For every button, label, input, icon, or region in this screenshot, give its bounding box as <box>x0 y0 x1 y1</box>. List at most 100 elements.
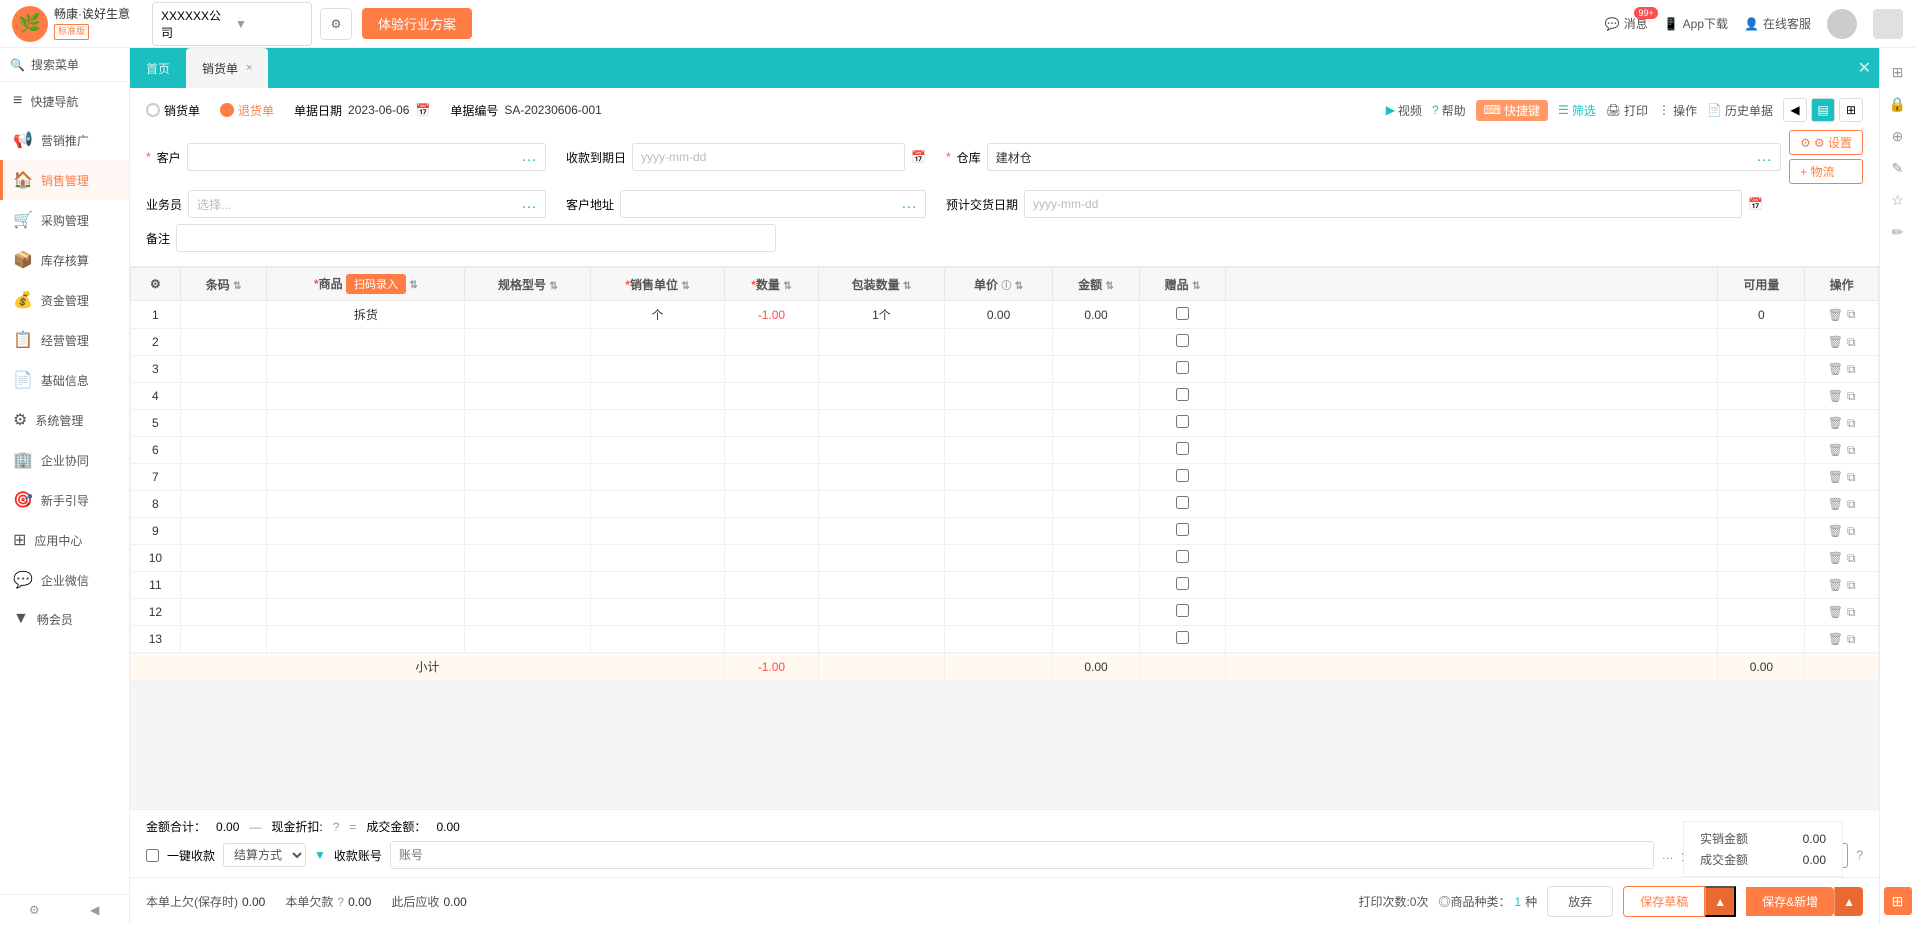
cell-product[interactable] <box>267 410 465 437</box>
copy-icon[interactable]: ⧉ <box>1847 632 1856 647</box>
delete-icon[interactable]: 🗑 <box>1828 578 1843 592</box>
copy-icon[interactable]: ⧉ <box>1847 307 1856 322</box>
toolbar-operate-btn[interactable]: ⋮ 操作 <box>1658 102 1697 119</box>
cell-unit[interactable] <box>591 437 725 464</box>
cell-pkg[interactable] <box>819 383 945 410</box>
cell-qty[interactable]: -1.00 <box>724 301 818 329</box>
sidebar-item-operations[interactable]: 📋 经营管理 <box>0 320 129 360</box>
right-panel-btn-5[interactable]: ☆ <box>1884 186 1912 214</box>
copy-icon[interactable]: ⧉ <box>1847 551 1856 566</box>
price-info-icon[interactable]: ⓘ <box>1001 281 1011 292</box>
cell-unit[interactable] <box>591 626 725 653</box>
cell-product[interactable] <box>267 518 465 545</box>
cell-unit[interactable] <box>591 572 725 599</box>
cell-unit[interactable] <box>591 410 725 437</box>
tab-bar-close-btn[interactable]: ✕ <box>1858 58 1871 78</box>
debt-question-icon[interactable]: ? <box>337 895 344 909</box>
cell-product[interactable] <box>267 491 465 518</box>
cell-spec[interactable] <box>465 383 591 410</box>
cell-pkg[interactable] <box>819 572 945 599</box>
delete-icon[interactable]: 🗑 <box>1828 335 1843 349</box>
cell-pkg[interactable] <box>819 464 945 491</box>
cell-amount[interactable] <box>1053 356 1140 383</box>
customer-dots-btn[interactable]: … <box>521 148 537 166</box>
delete-icon[interactable]: 🗑 <box>1828 416 1843 430</box>
tab-close-icon[interactable]: × <box>246 62 252 74</box>
cell-spec[interactable] <box>465 329 591 356</box>
cell-product[interactable]: 拆货 <box>267 301 465 329</box>
delete-icon[interactable]: 🗑 <box>1828 497 1843 511</box>
cell-pkg[interactable] <box>819 437 945 464</box>
cell-qty[interactable] <box>724 572 818 599</box>
gift-checkbox[interactable] <box>1176 442 1189 455</box>
delete-icon[interactable]: 🗑 <box>1828 308 1843 322</box>
cell-product[interactable] <box>267 329 465 356</box>
cell-price[interactable] <box>944 545 1052 572</box>
sidebar-item-quick-nav[interactable]: ≡ 快捷导航 <box>0 82 129 120</box>
logistics-btn[interactable]: + 物流 <box>1789 159 1863 184</box>
copy-icon[interactable]: ⧉ <box>1847 578 1856 593</box>
cell-unit[interactable] <box>591 464 725 491</box>
one-click-checkbox[interactable] <box>146 849 159 862</box>
cash-discount-info[interactable]: ? <box>333 820 340 834</box>
cell-unit[interactable] <box>591 491 725 518</box>
delete-icon[interactable]: 🗑 <box>1828 389 1843 403</box>
sidebar-item-enterprise[interactable]: 🏢 企业协同 <box>0 440 129 480</box>
cell-qty[interactable] <box>724 329 818 356</box>
right-panel-btn-2[interactable]: 🔒 <box>1884 90 1912 118</box>
cell-price[interactable] <box>944 626 1052 653</box>
cell-barcode[interactable] <box>180 491 267 518</box>
delete-icon[interactable]: 🗑 <box>1828 551 1843 565</box>
cell-unit[interactable]: 个 <box>591 301 725 329</box>
address-dots-btn[interactable]: … <box>901 195 917 213</box>
sort-price[interactable]: ⇅ <box>1015 281 1023 292</box>
cell-price[interactable] <box>944 464 1052 491</box>
cell-qty[interactable] <box>724 410 818 437</box>
cell-gift[interactable] <box>1139 626 1226 653</box>
gift-checkbox[interactable] <box>1176 550 1189 563</box>
cell-unit[interactable] <box>591 545 725 572</box>
cell-gift[interactable] <box>1139 545 1226 572</box>
sort-gift[interactable]: ⇅ <box>1192 281 1200 292</box>
cell-price[interactable] <box>944 329 1052 356</box>
cell-pkg[interactable] <box>819 518 945 545</box>
cell-price[interactable] <box>944 599 1052 626</box>
cell-pkg[interactable] <box>819 491 945 518</box>
cell-spec[interactable] <box>465 301 591 329</box>
trial-btn[interactable]: 体验行业方案 <box>362 8 472 39</box>
right-panel-btn-4[interactable]: ✎ <box>1884 154 1912 182</box>
cell-qty[interactable] <box>724 383 818 410</box>
cell-barcode[interactable] <box>180 383 267 410</box>
delivery-calendar-icon[interactable]: 📅 <box>1748 197 1763 211</box>
cell-qty[interactable] <box>724 356 818 383</box>
sort-product[interactable]: ⇅ <box>409 280 417 291</box>
cell-amount[interactable] <box>1053 464 1140 491</box>
toolbar-filter-btn[interactable]: ☰ 筛选 <box>1558 102 1596 119</box>
cell-pkg[interactable] <box>819 626 945 653</box>
online-service-btn[interactable]: 👤 在线客服 <box>1744 15 1811 32</box>
cell-price[interactable]: 0.00 <box>944 301 1052 329</box>
toolbar-print-btn[interactable]: 🖨 打印 <box>1606 102 1648 119</box>
toolbar-help-btn[interactable]: ? 帮助 <box>1432 102 1466 119</box>
payment-help-icon[interactable]: ? <box>1856 848 1863 862</box>
cell-spec[interactable] <box>465 626 591 653</box>
cell-qty[interactable] <box>724 491 818 518</box>
radio-sale[interactable]: 销货单 <box>146 102 200 119</box>
sort-amount[interactable]: ⇅ <box>1105 281 1113 292</box>
cell-gift[interactable] <box>1139 491 1226 518</box>
gift-checkbox[interactable] <box>1176 631 1189 644</box>
copy-icon[interactable]: ⧉ <box>1847 524 1856 539</box>
sidebar-item-basic[interactable]: 📄 基础信息 <box>0 360 129 400</box>
right-panel-btn-3[interactable]: ⊕ <box>1884 122 1912 150</box>
cell-gift[interactable] <box>1139 518 1226 545</box>
gift-checkbox[interactable] <box>1176 496 1189 509</box>
view-toggle-1[interactable]: ◀ <box>1783 98 1807 122</box>
note-input[interactable] <box>176 224 776 252</box>
cell-spec[interactable] <box>465 437 591 464</box>
cell-product[interactable] <box>267 572 465 599</box>
cell-barcode[interactable] <box>180 437 267 464</box>
cell-spec[interactable] <box>465 464 591 491</box>
sort-barcode[interactable]: ⇅ <box>233 281 241 292</box>
sidebar-item-finance[interactable]: 💰 资金管理 <box>0 280 129 320</box>
gift-checkbox[interactable] <box>1176 523 1189 536</box>
